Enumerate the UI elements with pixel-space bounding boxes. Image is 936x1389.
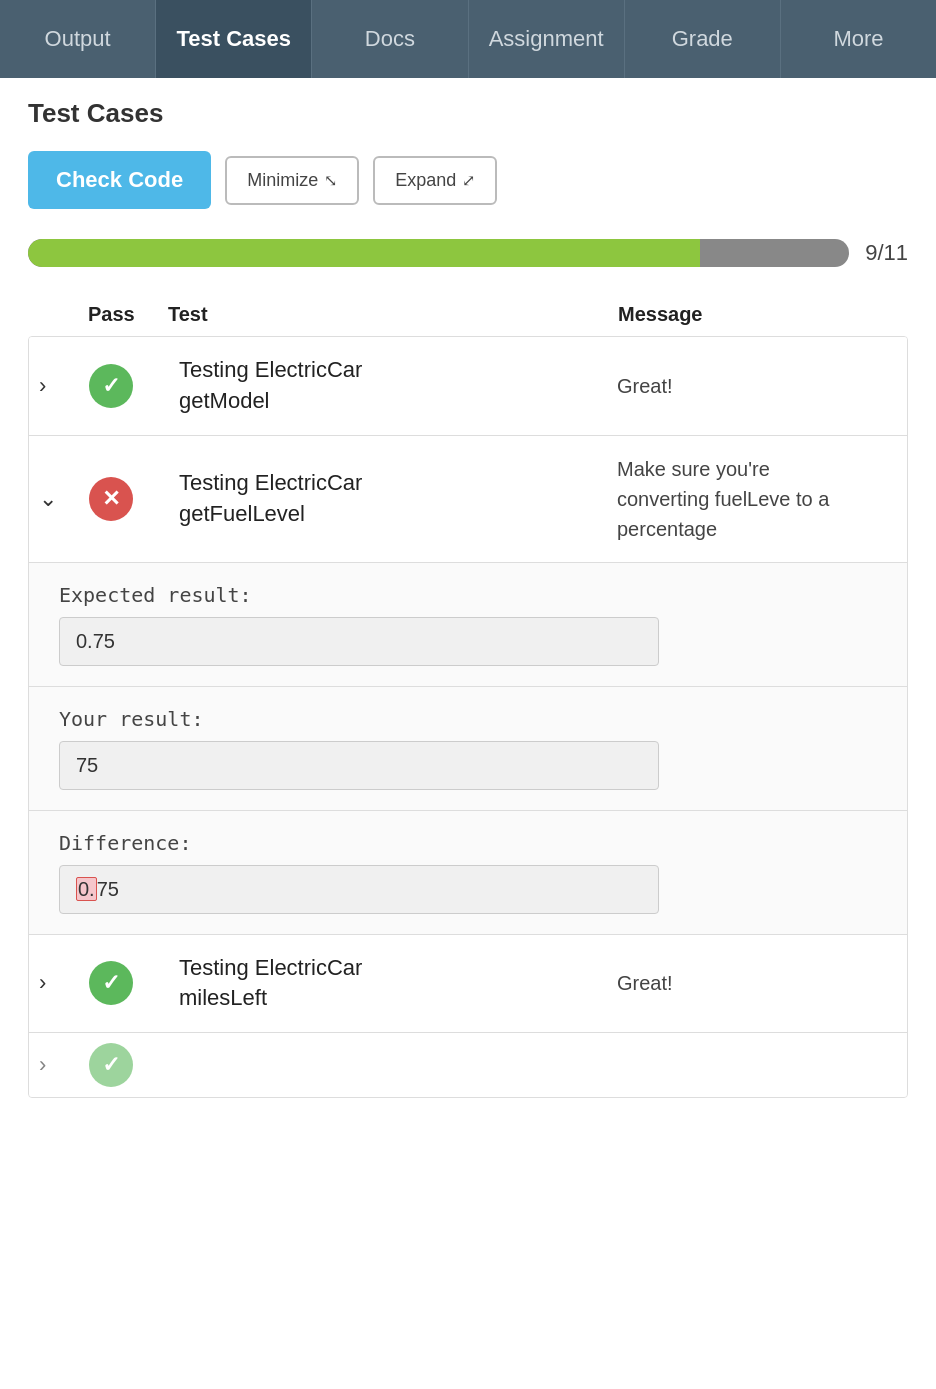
row2-chevron[interactable]: ⌄ [39, 486, 89, 512]
difference-section: Difference: 0.75 [29, 811, 907, 935]
highlight-char: 0. [76, 877, 97, 901]
row1-status-icon: ✓ [89, 364, 133, 408]
expand-icon: ⤢ [462, 171, 475, 190]
tab-grade[interactable]: Grade [625, 0, 781, 78]
expected-result-value: 0.75 [59, 617, 659, 666]
row1-test-name: Testing ElectricCargetModel [169, 355, 617, 417]
row3-status-icon: ✓ [89, 961, 133, 1005]
row4-status-icon: ✓ [89, 1043, 133, 1087]
col-test-header: Test [168, 303, 618, 326]
row1-chevron[interactable]: › [39, 373, 89, 399]
expected-result-label: Expected result: [59, 583, 877, 607]
minimize-button[interactable]: Minimize ⤡ [225, 156, 359, 205]
table-row: › ✓ [29, 1033, 907, 1097]
your-result-section: Your result: 75 [29, 687, 907, 811]
tab-test-cases[interactable]: Test Cases [156, 0, 312, 78]
expand-label: Expand [395, 170, 456, 191]
toolbar: Check Code Minimize ⤡ Expand ⤢ [28, 151, 908, 209]
progress-bar-fill [28, 239, 700, 267]
check-code-button[interactable]: Check Code [28, 151, 211, 209]
table-row: › ✓ Testing ElectricCargetModel Great! [29, 337, 907, 436]
cross-icon: ✕ [102, 486, 120, 512]
row2-message: Make sure you'reconverting fuelLeve to a… [617, 454, 897, 544]
row2-status-icon: ✕ [89, 477, 133, 521]
checkmark-icon: ✓ [102, 970, 120, 996]
your-result-label: Your result: [59, 707, 877, 731]
minimize-icon: ⤡ [324, 171, 337, 190]
table-row: ⌄ ✕ Testing ElectricCargetFuelLevel Make… [29, 436, 907, 563]
checkmark-icon: ✓ [102, 373, 120, 399]
progress-container: 9/11 [28, 239, 908, 267]
tab-output[interactable]: Output [0, 0, 156, 78]
expected-result-section: Expected result: 0.75 [29, 563, 907, 687]
progress-label: 9/11 [865, 240, 908, 266]
row4-chevron[interactable]: › [39, 1052, 89, 1078]
row3-chevron[interactable]: › [39, 970, 89, 996]
page-title: Test Cases [28, 98, 908, 129]
row1-message: Great! [617, 371, 897, 401]
row3-test-name: Testing ElectricCarmilesLeft [169, 953, 617, 1015]
tab-assignment[interactable]: Assignment [469, 0, 625, 78]
tab-docs[interactable]: Docs [312, 0, 468, 78]
test-table: › ✓ Testing ElectricCargetModel Great! ⌄… [28, 336, 908, 1098]
col-pass-header: Pass [88, 303, 168, 326]
difference-label: Difference: [59, 831, 877, 855]
table-header: Pass Test Message [28, 303, 908, 336]
table-row: › ✓ Testing ElectricCarmilesLeft Great! [29, 935, 907, 1034]
col-message-header: Message [618, 303, 898, 326]
row2-test-name: Testing ElectricCargetFuelLevel [169, 468, 617, 530]
expand-button[interactable]: Expand ⤢ [373, 156, 497, 205]
tab-more[interactable]: More [781, 0, 936, 78]
your-result-value: 75 [59, 741, 659, 790]
difference-value: 0.75 [59, 865, 659, 914]
progress-bar-background [28, 239, 849, 267]
checkmark-icon: ✓ [102, 1052, 120, 1078]
nav-bar: Output Test Cases Docs Assignment Grade … [0, 0, 936, 78]
row3-message: Great! [617, 968, 897, 998]
page-content: Test Cases Check Code Minimize ⤡ Expand … [0, 78, 936, 1389]
minimize-label: Minimize [247, 170, 318, 191]
